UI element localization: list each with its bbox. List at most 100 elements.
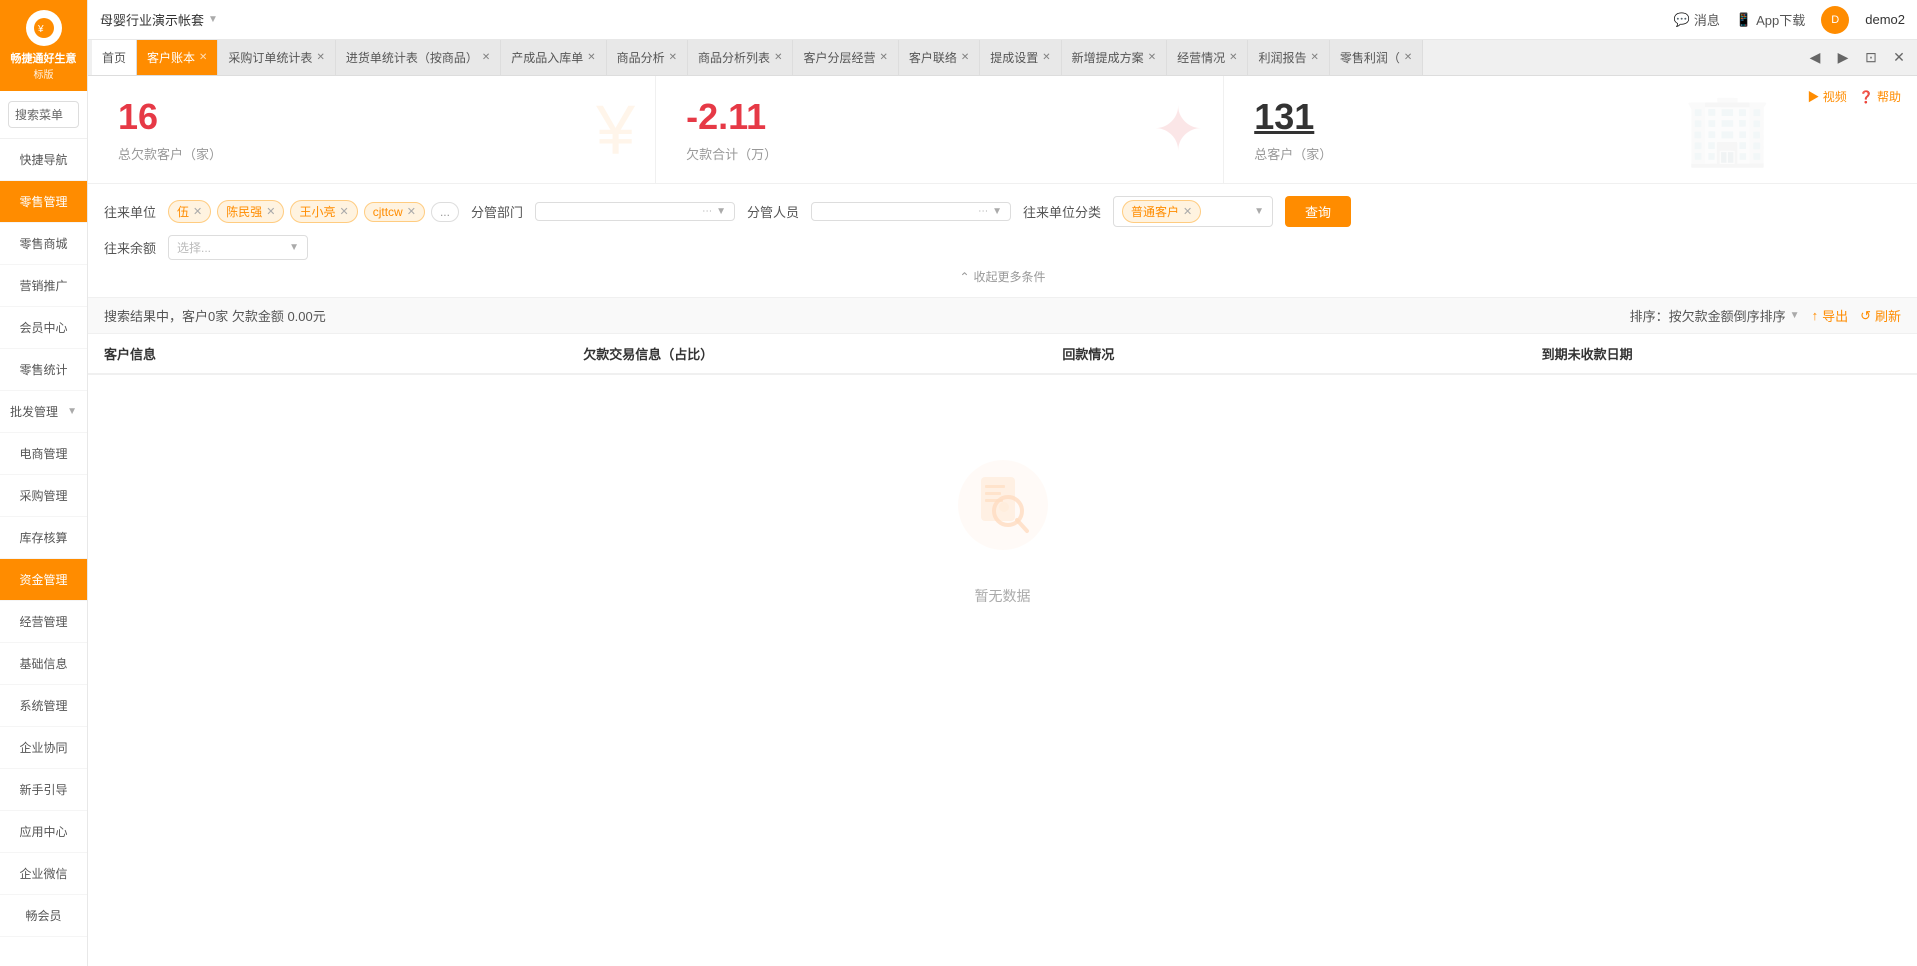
refresh-button[interactable]: ↺ 刷新 (1860, 306, 1901, 325)
sidebar-item-enterprise-coop[interactable]: 企业协同 (0, 727, 87, 769)
tab-purchase-order-stat-close-icon[interactable]: ✕ (316, 52, 324, 63)
username-label: demo2 (1865, 12, 1905, 27)
sidebar-search-section: 搜索菜单 (0, 91, 87, 139)
search-menu-button[interactable]: 搜索菜单 (8, 101, 79, 128)
sort-button[interactable]: 排序：按欠款金额倒序排序 ▼ (1630, 306, 1800, 325)
unit-tag-wang[interactable]: 王小亮 ✕ (290, 200, 357, 223)
tab-profit-report[interactable]: 利润报告 ✕ (1248, 40, 1329, 76)
topbar-left: 母婴行业演示帐套 ▼ (100, 10, 218, 29)
help-icon: ❓ (1859, 90, 1874, 104)
unit-tag-wu[interactable]: 伍 ✕ (168, 200, 211, 223)
unit-tag-chen[interactable]: 陈民强 ✕ (217, 200, 284, 223)
sidebar-item-marketing[interactable]: 营销推广 (0, 265, 87, 307)
unit-tag-wang-close-icon[interactable]: ✕ (340, 205, 349, 218)
tab-cost-inbound-close-icon[interactable]: ✕ (587, 52, 595, 63)
sidebar-item-batch-mgmt[interactable]: 批发管理 ▼ (0, 391, 87, 433)
suite-selector-arrow-icon: ▼ (208, 14, 218, 25)
classify-select[interactable]: 普通客户 ✕ ▼ (1113, 196, 1273, 227)
tab-customer-contact[interactable]: 客户联络 ✕ (899, 40, 980, 76)
col-customer-info: 客户信息 (104, 344, 583, 363)
sidebar-item-inventory[interactable]: 库存核算 (0, 517, 87, 559)
stat-overdue-customers: ¥ 16 总欠款客户（家） (88, 76, 655, 183)
tab-raise-settings-close-icon[interactable]: ✕ (1042, 52, 1050, 63)
tab-home-label: 首页 (102, 49, 126, 66)
sidebar-item-member-center[interactable]: 会员中心 (0, 307, 87, 349)
tab-customer-tier-label: 客户分层经营 (803, 49, 875, 66)
tab-biz-situation[interactable]: 经营情况 ✕ (1167, 40, 1248, 76)
results-actions: 排序：按欠款金额倒序排序 ▼ ↑ 导出 ↺ 刷新 (1630, 306, 1901, 325)
classify-select-dropdown-icon: ▼ (1254, 206, 1264, 217)
results-summary: 搜索结果中，客户0家 欠款金额 0.00元 (104, 306, 326, 325)
tab-customer-tier[interactable]: 客户分层经营 ✕ (793, 40, 898, 76)
collapse-button-label: 收起更多条件 (974, 268, 1046, 285)
tab-purchase-order-stat[interactable]: 采购订单统计表 ✕ (218, 40, 335, 76)
sidebar-item-batch-mgmt-label: 批发管理 (10, 403, 58, 420)
tab-add-raise-plan-close-icon[interactable]: ✕ (1148, 52, 1156, 63)
unit-tag-cjttcw[interactable]: cjttcw ✕ (364, 202, 425, 222)
video-link[interactable]: ▶ 视频 (1807, 88, 1846, 105)
sidebar-item-retail-mall[interactable]: 零售商城 (0, 223, 87, 265)
sidebar: ¥ 畅捷通好生意 标版 搜索菜单 快捷导航 零售管理 零售商城 营销推广 会员中… (0, 0, 88, 966)
stat-overdue-total: ✦ -2.11 欠款合计（万） (655, 76, 1223, 183)
col-overdue-info: 欠款交易信息（占比） (583, 344, 1062, 363)
dept-select[interactable]: ⋯ ▼ (535, 202, 735, 221)
user-avatar[interactable]: D (1821, 6, 1849, 34)
suite-selector[interactable]: 母婴行业演示帐套 ▼ (100, 10, 218, 29)
tab-cost-inbound[interactable]: 产成品入库单 ✕ (501, 40, 606, 76)
tab-home[interactable]: 首页 (92, 40, 137, 76)
unit-tag-cjttcw-label: cjttcw (373, 205, 403, 219)
help-link[interactable]: ❓ 帮助 (1859, 88, 1901, 105)
tab-goods-analysis-list-close-icon[interactable]: ✕ (774, 52, 782, 63)
sidebar-item-basic-info[interactable]: 基础信息 (0, 643, 87, 685)
sidebar-item-enterprise-wechat[interactable]: 企业微信 (0, 853, 87, 895)
sidebar-item-operation[interactable]: 经营管理 (0, 601, 87, 643)
sidebar-item-sys-mgmt[interactable]: 系统管理 (0, 685, 87, 727)
tab-customer-tier-close-icon[interactable]: ✕ (879, 52, 887, 63)
tab-customer-account[interactable]: 客户账本 ✕ (137, 40, 218, 76)
unit-tag-chen-close-icon[interactable]: ✕ (266, 205, 275, 218)
classify-tag-normal-close-icon[interactable]: ✕ (1183, 205, 1192, 218)
tab-retail-profit-close-icon[interactable]: ✕ (1404, 52, 1412, 63)
sidebar-item-retail-mgmt[interactable]: 零售管理 (0, 181, 87, 223)
tab-goods-analysis-close-icon[interactable]: ✕ (669, 52, 677, 63)
collapse-button[interactable]: ⌃ 收起更多条件 (959, 268, 1045, 285)
overdue-customers-value: 16 (118, 96, 625, 138)
message-button[interactable]: 💬 消息 (1674, 10, 1720, 29)
sidebar-item-quick-nav[interactable]: 快捷导航 (0, 139, 87, 181)
tab-maximize-button[interactable]: ⊡ (1857, 44, 1885, 72)
tab-customer-contact-label: 客户联络 (909, 49, 957, 66)
sidebar-item-finance[interactable]: 资金管理 (0, 559, 87, 601)
sidebar-item-ecommerce[interactable]: 电商管理 (0, 433, 87, 475)
unit-tag-wu-close-icon[interactable]: ✕ (193, 205, 202, 218)
tab-retail-profit[interactable]: 零售利润（ ✕ (1330, 40, 1423, 76)
sidebar-item-new-guide[interactable]: 新手引导 (0, 769, 87, 811)
sidebar-item-purchase[interactable]: 采购管理 (0, 475, 87, 517)
person-select[interactable]: ⋯ ▼ (811, 202, 1011, 221)
export-button[interactable]: ↑ 导出 (1812, 306, 1849, 325)
tab-customer-account-close-icon[interactable]: ✕ (199, 52, 207, 63)
tab-add-raise-plan[interactable]: 新增提成方案 ✕ (1062, 40, 1167, 76)
tab-scroll-left-button[interactable]: ◀ (1801, 44, 1829, 72)
sidebar-item-member-vip[interactable]: 畅会员 (0, 895, 87, 937)
tab-scroll-right-button[interactable]: ▶ (1829, 44, 1857, 72)
tab-goods-analysis-list-label: 商品分析列表 (698, 49, 770, 66)
tab-close-all-button[interactable]: ✕ (1885, 44, 1913, 72)
tab-raise-settings[interactable]: 提成设置 ✕ (980, 40, 1061, 76)
tab-biz-situation-close-icon[interactable]: ✕ (1229, 52, 1237, 63)
sidebar-item-app-center[interactable]: 应用中心 (0, 811, 87, 853)
unit-tag-cjttcw-close-icon[interactable]: ✕ (407, 205, 416, 218)
tab-inbound-stat-close-icon[interactable]: ✕ (482, 52, 490, 63)
balance-select-placeholder: 选择... (177, 239, 211, 256)
tab-goods-analysis-list[interactable]: 商品分析列表 ✕ (688, 40, 793, 76)
table-header: 客户信息 欠款交易信息（占比） 回款情况 到期未收款日期 (88, 334, 1917, 375)
app-download-button[interactable]: 📱 App下载 (1736, 10, 1805, 29)
balance-select[interactable]: 选择... ▼ (168, 235, 308, 260)
sidebar-item-retail-stat[interactable]: 零售统计 (0, 349, 87, 391)
query-button[interactable]: 查询 (1285, 196, 1351, 227)
unit-tags-more-button[interactable]: ... (431, 202, 459, 222)
tab-goods-analysis[interactable]: 商品分析 ✕ (607, 40, 688, 76)
tab-inbound-stat[interactable]: 进货单统计表（按商品） ✕ (336, 40, 501, 76)
tab-customer-contact-close-icon[interactable]: ✕ (961, 52, 969, 63)
tab-profit-report-close-icon[interactable]: ✕ (1311, 52, 1319, 63)
classify-tag-normal[interactable]: 普通客户 ✕ (1122, 200, 1201, 223)
